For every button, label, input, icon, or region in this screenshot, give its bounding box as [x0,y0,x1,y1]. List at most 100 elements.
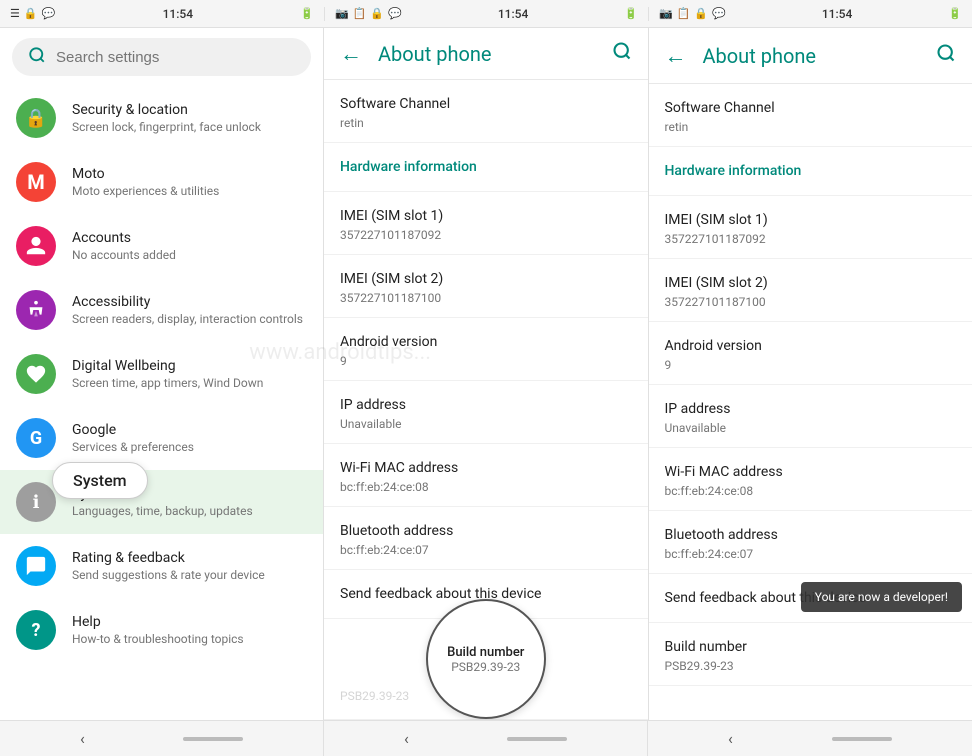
settings-item-system[interactable]: System ℹ System Languages, time, backup,… [0,470,323,534]
android-version-title-2: Android version [665,338,957,354]
wifi-mac-item-2[interactable]: Wi-Fi MAC address bc:ff:eb:24:ce:08 [649,448,972,511]
search-bar[interactable] [12,38,311,76]
about-panels: ← About phone Software Channel retin Har… [324,28,972,720]
imei2-item-1[interactable]: IMEI (SIM slot 2) 357227101187100 [324,255,648,318]
nav-pill-left [183,737,243,741]
android-version-value-1: 9 [340,354,632,368]
google-icon: G [16,418,56,458]
accessibility-subtitle: Screen readers, display, interaction con… [72,312,307,326]
software-channel-item-1[interactable]: Software Channel retin [324,80,648,143]
ip-address-item-1[interactable]: IP address Unavailable [324,381,648,444]
back-nav-mid[interactable]: ‹ [404,729,409,748]
about-panel-2: ← About phone Software Channel retin Har… [649,28,972,720]
search-button-1[interactable] [612,41,632,66]
software-channel-item-2[interactable]: Software Channel retin [649,84,972,147]
imei1-item-1[interactable]: IMEI (SIM slot 1) 357227101187092 [324,192,648,255]
accounts-icon [16,226,56,266]
bluetooth-item-2[interactable]: Bluetooth address bc:ff:eb:24:ce:07 [649,511,972,574]
security-title: Security & location [72,102,307,118]
imei2-item-2[interactable]: IMEI (SIM slot 2) 357227101187100 [649,259,972,322]
imei2-title-2: IMEI (SIM slot 2) [665,275,957,291]
back-button-2[interactable]: ← [665,43,687,69]
msg-icon-r: 💬 [712,7,726,20]
settings-item-moto[interactable]: M Moto Moto experiences & utilities [0,150,323,214]
bottom-nav-mid: ‹ [324,721,648,756]
doc-icon: 📋 [353,7,367,20]
help-subtitle: How-to & troubleshooting topics [72,632,307,646]
status-section-right: 📷 📋 🔒 💬 11:54 🔋 [648,7,972,21]
hardware-info-title-1: Hardware information [340,159,632,175]
help-title: Help [72,614,307,630]
help-icon: ? [16,610,56,650]
battery-icon-mid: 🔋 [624,7,638,20]
icon-menu: ☰ [10,7,20,20]
status-battery-right: 🔋 [948,7,962,20]
doc-icon-r: 📋 [677,7,691,20]
wellbeing-icon [16,354,56,394]
about-list-1: Software Channel retin Hardware informat… [324,80,648,720]
build-circle: Build number PSB29.39-23 [426,599,546,719]
back-nav-left[interactable]: ‹ [80,729,85,748]
rating-icon [16,546,56,586]
settings-item-help[interactable]: ? Help How-to & troubleshooting topics [0,598,323,662]
accessibility-title: Accessibility [72,294,307,310]
settings-item-google[interactable]: G Google Services & preferences [0,406,323,470]
camera-icon-r: 📷 [659,7,673,20]
bluetooth-title-1: Bluetooth address [340,523,632,539]
accounts-title: Accounts [72,230,307,246]
security-text: Security & location Screen lock, fingerp… [72,102,307,134]
about-header-1: ← About phone [324,28,648,80]
android-version-item-1[interactable]: Android version 9 [324,318,648,381]
settings-item-accessibility[interactable]: Accessibility Screen readers, display, i… [0,278,323,342]
battery-icon-right: 🔋 [948,7,962,20]
system-subtitle: Languages, time, backup, updates [72,504,307,518]
imei1-item-2[interactable]: IMEI (SIM slot 1) 357227101187092 [649,196,972,259]
settings-item-security[interactable]: 🔒 Security & location Screen lock, finge… [0,86,323,150]
nav-pill-mid [507,737,567,741]
imei1-value-2: 357227101187092 [665,232,957,246]
bluetooth-item-1[interactable]: Bluetooth address bc:ff:eb:24:ce:07 [324,507,648,570]
back-button-1[interactable]: ← [340,41,362,67]
ip-address-title-2: IP address [665,401,957,417]
status-icons-mid: 📷 📋 🔒 💬 [335,7,402,20]
hardware-info-item-1[interactable]: Hardware information [324,143,648,192]
developer-toast: You are now a developer! [801,582,962,612]
status-battery-left: 🔋 [300,7,314,20]
hardware-info-item-2[interactable]: Hardware information [649,147,972,196]
feedback-item-2[interactable]: Send feedback about this device You are … [649,574,972,623]
main-content: 🔒 Security & location Screen lock, finge… [0,28,972,720]
moto-subtitle: Moto experiences & utilities [72,184,307,198]
android-version-item-2[interactable]: Android version 9 [649,322,972,385]
status-icons-right: 📷 📋 🔒 💬 [659,7,726,20]
ip-address-item-2[interactable]: IP address Unavailable [649,385,972,448]
settings-item-accounts[interactable]: Accounts No accounts added [0,214,323,278]
search-input[interactable] [56,49,295,66]
back-nav-right[interactable]: ‹ [728,729,733,748]
status-time-left: 11:54 [163,7,193,21]
build-circle-value: PSB29.39-23 [451,660,520,674]
rating-title: Rating & feedback [72,550,307,566]
software-channel-value-2: retin [665,120,957,134]
status-battery-mid: 🔋 [624,7,638,20]
bottom-nav-left: ‹ [0,721,324,756]
software-channel-value-1: retin [340,116,632,130]
search-button-2[interactable] [936,43,956,68]
build-number-item-1[interactable]: Build number PSB29.39-23 PSB29.39-23 [324,619,648,720]
moto-text: Moto Moto experiences & utilities [72,166,307,198]
settings-panel: 🔒 Security & location Screen lock, finge… [0,28,324,720]
settings-item-wellbeing[interactable]: Digital Wellbeing Screen time, app timer… [0,342,323,406]
software-channel-title-2: Software Channel [665,100,957,116]
google-subtitle: Services & preferences [72,440,307,454]
wifi-mac-title-2: Wi-Fi MAC address [665,464,957,480]
battery-icon: 🔋 [300,7,314,20]
search-icon [28,46,46,68]
wifi-mac-item-1[interactable]: Wi-Fi MAC address bc:ff:eb:24:ce:08 [324,444,648,507]
moto-title: Moto [72,166,307,182]
settings-item-rating[interactable]: Rating & feedback Send suggestions & rat… [0,534,323,598]
about-title-1: About phone [378,42,596,66]
about-header-2: ← About phone [649,28,972,84]
icon-msg: 💬 [42,7,56,20]
imei1-title-2: IMEI (SIM slot 1) [665,212,957,228]
build-number-item-2[interactable]: Build number PSB29.39-23 [649,623,972,686]
ip-address-title-1: IP address [340,397,632,413]
